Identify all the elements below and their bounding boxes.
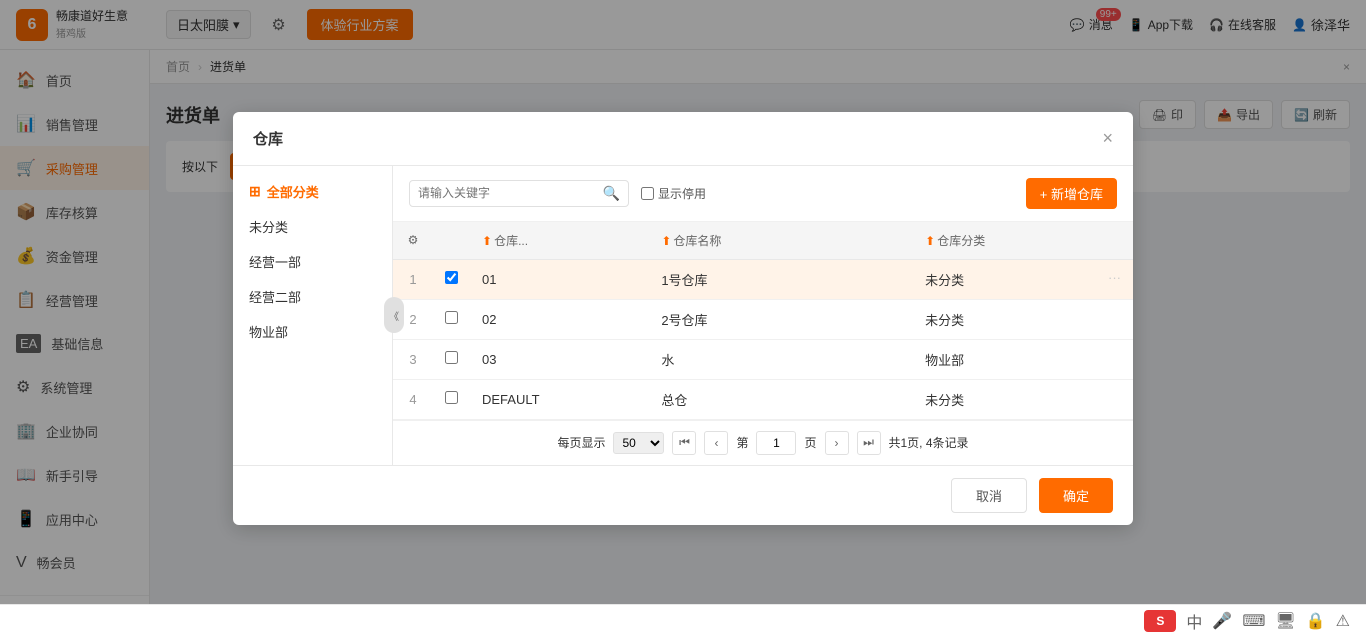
cat-item-uncategorized[interactable]: 未分类 xyxy=(233,209,392,244)
bottom-lock-icon[interactable]: 🔒 xyxy=(1306,611,1326,631)
row-code: 02 xyxy=(470,299,649,339)
confirm-button[interactable]: 确定 xyxy=(1039,478,1113,513)
row-index: 1 xyxy=(393,259,433,299)
bottom-warning-icon[interactable]: ⚠ xyxy=(1336,611,1350,631)
bottom-zh-icon[interactable]: 中 xyxy=(1186,609,1202,633)
show-disabled-option: 显示停用 xyxy=(641,185,706,202)
bottom-monitor-icon[interactable]: 🖥 xyxy=(1275,611,1295,631)
cat-item-all[interactable]: ⊞ 全部分类 xyxy=(233,174,392,209)
row-checkbox[interactable] xyxy=(445,391,458,404)
row-category: 未分类 xyxy=(913,299,1133,339)
modal-overlay[interactable]: 仓库 × ⊞ 全部分类 未分类 经营一部 经营二部 xyxy=(0,0,1366,636)
cat-item-dept2[interactable]: 经营二部 xyxy=(233,279,392,314)
sidebar-collapse-button[interactable]: 《 xyxy=(384,297,404,333)
modal-header: 仓库 × xyxy=(233,112,1133,166)
cat-label-dept1: 经营一部 xyxy=(249,252,301,271)
row-index: 4 xyxy=(393,379,433,419)
row-code: 03 xyxy=(470,339,649,379)
cat-item-property[interactable]: 物业部 xyxy=(233,314,392,349)
row-name: 水 xyxy=(649,339,913,379)
cat-item-dept1[interactable]: 经营一部 xyxy=(233,244,392,279)
row-checkbox-cell xyxy=(433,379,470,419)
row-more-icon[interactable]: ··· xyxy=(1108,270,1121,285)
pagination-bar: 每页显示 50 10 20 100 ⏮ ‹ 第 页 › ⏭ 共1页, 4条记录 xyxy=(393,420,1133,465)
th-name[interactable]: ⬆仓库名称 xyxy=(649,222,913,260)
row-code: 01 xyxy=(470,259,649,299)
modal-title: 仓库 xyxy=(253,128,283,149)
row-checkbox-cell xyxy=(433,259,470,299)
cat-label-property: 物业部 xyxy=(249,322,288,341)
bottom-mic-icon[interactable]: 🎤 xyxy=(1212,611,1232,631)
add-warehouse-button[interactable]: + 新增仓库 xyxy=(1026,178,1117,209)
table-row[interactable]: 4 DEFAULT 总仓 未分类 xyxy=(393,379,1133,419)
modal-close-button[interactable]: × xyxy=(1102,128,1113,149)
row-category: 物业部 xyxy=(913,339,1133,379)
th-checkbox xyxy=(433,222,470,260)
modal-actions: 取消 确定 xyxy=(233,465,1133,525)
warehouse-table: ⚙ ⬆仓库... ⬆仓库名称 ⬆仓库分类 1 01 1号仓库 未分类 xyxy=(393,222,1133,420)
last-page-button[interactable]: ⏭ xyxy=(857,431,881,455)
search-box: 🔍 xyxy=(409,180,629,207)
page-number-input[interactable] xyxy=(756,431,796,455)
cat-label-dept2: 经营二部 xyxy=(249,287,301,306)
warehouse-modal: 仓库 × ⊞ 全部分类 未分类 经营一部 经营二部 xyxy=(233,112,1133,525)
row-checkbox-cell xyxy=(433,299,470,339)
row-code: DEFAULT xyxy=(470,379,649,419)
grid-icon: ⊞ xyxy=(249,183,261,200)
row-index: 3 xyxy=(393,339,433,379)
row-name: 总仓 xyxy=(649,379,913,419)
cat-label-all: 全部分类 xyxy=(267,182,319,201)
row-checkbox[interactable] xyxy=(445,311,458,324)
table-row[interactable]: 3 03 水 物业部 xyxy=(393,339,1133,379)
row-checkbox-cell xyxy=(433,339,470,379)
prev-page-button[interactable]: ‹ xyxy=(704,431,728,455)
next-page-button[interactable]: › xyxy=(825,431,849,455)
modal-toolbar: 🔍 显示停用 + 新增仓库 xyxy=(393,166,1133,222)
per-page-label: 每页显示 xyxy=(557,434,605,451)
row-checkbox[interactable] xyxy=(445,351,458,364)
cancel-button[interactable]: 取消 xyxy=(951,478,1027,513)
table-row[interactable]: 2 02 2号仓库 未分类 xyxy=(393,299,1133,339)
page-suffix: 页 xyxy=(804,434,816,451)
show-disabled-checkbox[interactable] xyxy=(641,187,654,200)
first-page-button[interactable]: ⏮ xyxy=(672,431,696,455)
th-settings: ⚙ xyxy=(393,222,433,260)
page-size-select[interactable]: 50 10 20 100 xyxy=(613,432,664,454)
category-sidebar: ⊞ 全部分类 未分类 经营一部 经营二部 物业部 《 xyxy=(233,166,393,465)
page-label: 第 xyxy=(736,434,748,451)
row-name: 2号仓库 xyxy=(649,299,913,339)
th-code[interactable]: ⬆仓库... xyxy=(470,222,649,260)
table-row[interactable]: 1 01 1号仓库 未分类··· xyxy=(393,259,1133,299)
bottom-logo: S xyxy=(1144,610,1176,632)
show-disabled-label: 显示停用 xyxy=(658,185,706,202)
modal-body: ⊞ 全部分类 未分类 经营一部 经营二部 物业部 《 xyxy=(233,166,1133,465)
row-name: 1号仓库 xyxy=(649,259,913,299)
total-records-text: 共1页, 4条记录 xyxy=(889,434,969,451)
bottom-keyboard-icon[interactable]: ⌨ xyxy=(1242,611,1265,631)
bottom-bar: S 中 🎤 ⌨ 🖥 🔒 ⚠ xyxy=(0,604,1366,636)
search-icon: 🔍 xyxy=(603,185,620,202)
row-category: 未分类 xyxy=(913,379,1133,419)
row-category: 未分类··· xyxy=(913,259,1133,299)
row-checkbox[interactable] xyxy=(445,271,458,284)
search-input[interactable] xyxy=(418,186,603,200)
table-header-row: ⚙ ⬆仓库... ⬆仓库名称 ⬆仓库分类 xyxy=(393,222,1133,260)
cat-label-uncategorized: 未分类 xyxy=(249,217,288,236)
modal-main: 🔍 显示停用 + 新增仓库 ⚙ xyxy=(393,166,1133,465)
th-category[interactable]: ⬆仓库分类 xyxy=(913,222,1133,260)
